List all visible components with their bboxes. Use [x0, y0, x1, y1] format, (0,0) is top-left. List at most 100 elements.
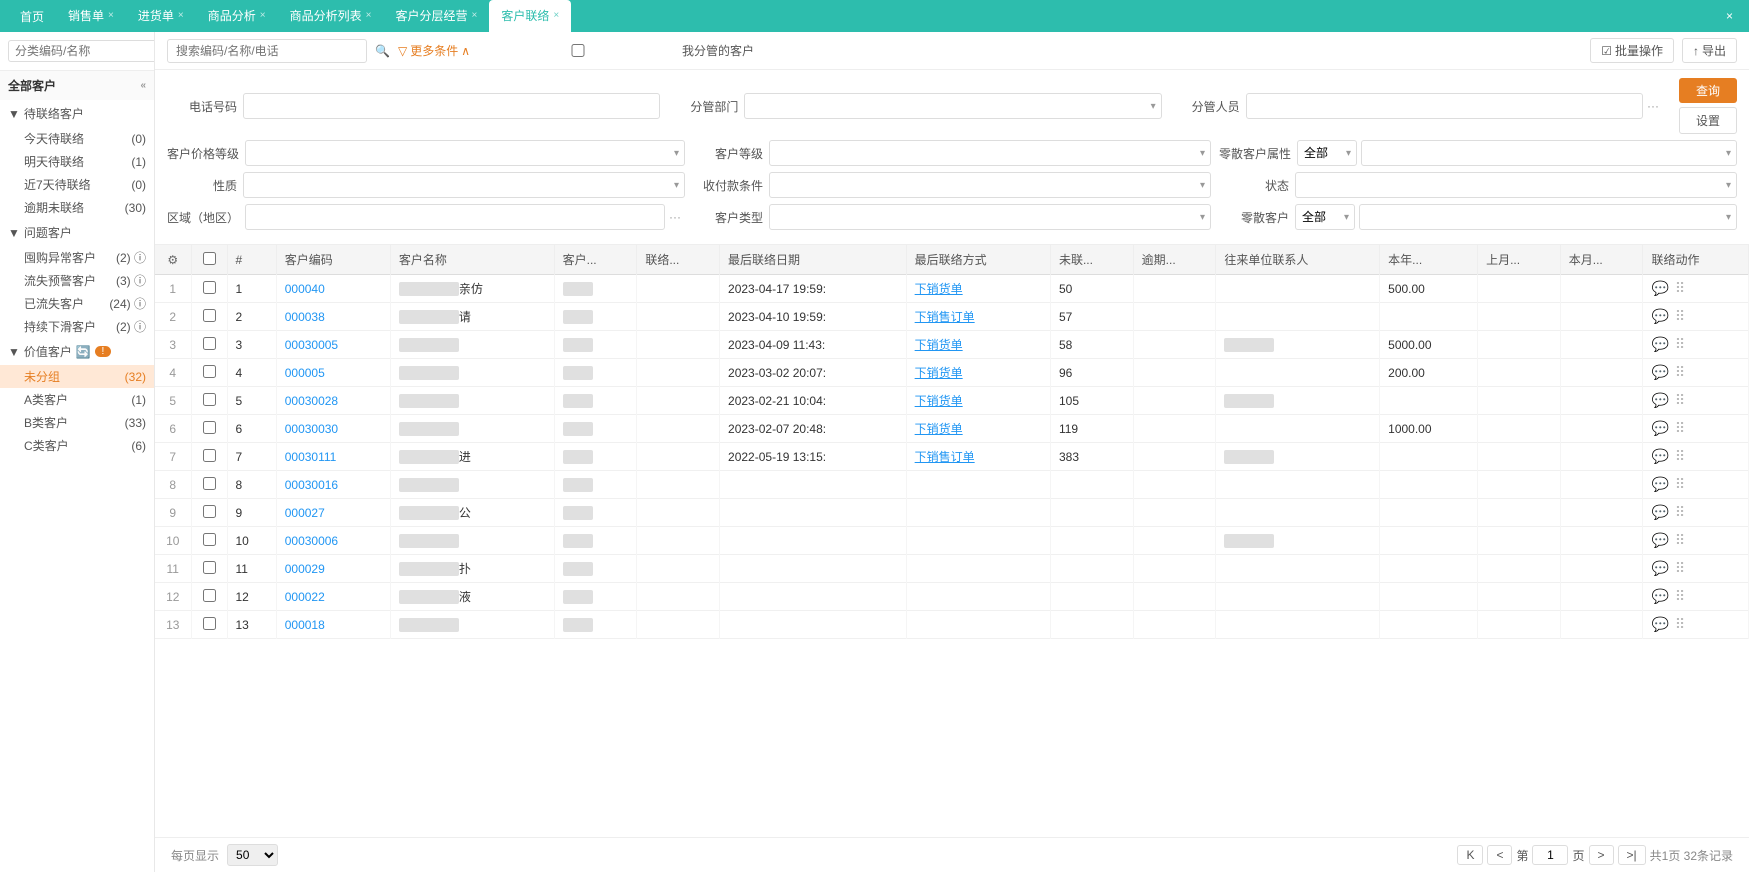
- close-icon[interactable]: ×: [366, 0, 372, 32]
- chat-icon[interactable]: 💬: [1651, 616, 1668, 633]
- col-contact[interactable]: 联络...: [637, 245, 720, 275]
- cell-check[interactable]: [191, 387, 227, 415]
- chat-icon[interactable]: 💬: [1651, 532, 1668, 549]
- cell-check[interactable]: [191, 555, 227, 583]
- col-code[interactable]: 客户编码: [276, 245, 390, 275]
- cell-last-way[interactable]: 下销售订单: [906, 443, 1050, 471]
- page-first-btn[interactable]: K: [1457, 845, 1483, 865]
- col-overdue[interactable]: 逾期...: [1133, 245, 1216, 275]
- search-button[interactable]: 查询: [1679, 78, 1737, 103]
- cell-last-way[interactable]: 下销货单: [906, 387, 1050, 415]
- cell-check[interactable]: [191, 275, 227, 303]
- search-input[interactable]: [167, 39, 367, 63]
- grid-icon[interactable]: ⠿: [1675, 504, 1685, 521]
- col-unit[interactable]: 往来单位联系人: [1216, 245, 1380, 275]
- cell-last-way[interactable]: [906, 527, 1050, 555]
- col-last-way[interactable]: 最后联络方式: [906, 245, 1050, 275]
- chat-icon[interactable]: 💬: [1651, 308, 1668, 325]
- status-select[interactable]: [1295, 172, 1737, 198]
- cell-last-way[interactable]: [906, 583, 1050, 611]
- cell-last-way[interactable]: [906, 499, 1050, 527]
- chat-icon[interactable]: 💬: [1651, 504, 1668, 521]
- cell-check[interactable]: [191, 303, 227, 331]
- retail-customer-prefix-select[interactable]: 全部: [1295, 204, 1355, 230]
- chat-icon[interactable]: 💬: [1651, 476, 1668, 493]
- reload-icon[interactable]: 🔄: [76, 345, 91, 359]
- cell-check[interactable]: [191, 359, 227, 387]
- manager-more-btn[interactable]: ···: [1643, 99, 1663, 113]
- phone-input[interactable]: [243, 93, 660, 119]
- page-prev-btn[interactable]: <: [1487, 845, 1512, 865]
- my-customers-checkbox[interactable]: 我分管的客户: [478, 42, 754, 59]
- tab-product-analysis-list[interactable]: 商品分析列表 ×: [278, 0, 384, 32]
- cell-check[interactable]: [191, 471, 227, 499]
- table-settings-icon[interactable]: ⚙: [155, 245, 191, 275]
- sidebar-item-loss-warning[interactable]: 流失预警客户 (3) ⓘ: [0, 269, 154, 292]
- sidebar-item-hoarding-anomaly[interactable]: 囤购异常客户 (2) ⓘ: [0, 246, 154, 269]
- chat-icon[interactable]: 💬: [1651, 420, 1668, 437]
- value-customer-group[interactable]: ▼ 价值客户 🔄 !: [0, 338, 154, 365]
- export-btn[interactable]: ↑ 导出: [1682, 38, 1737, 63]
- cell-check[interactable]: [191, 527, 227, 555]
- sidebar-item-class-a[interactable]: A类客户 (1): [0, 388, 154, 411]
- col-type[interactable]: 客户...: [554, 245, 637, 275]
- tab-product-analysis[interactable]: 商品分析 ×: [196, 0, 278, 32]
- cell-check[interactable]: [191, 443, 227, 471]
- more-conditions-btn[interactable]: ▽ 更多条件 ∧: [398, 42, 470, 59]
- grid-icon[interactable]: ⠿: [1675, 588, 1685, 605]
- chat-icon[interactable]: 💬: [1651, 392, 1668, 409]
- cell-last-way[interactable]: [906, 555, 1050, 583]
- search-btn[interactable]: 🔍: [375, 44, 390, 58]
- retail-attr-prefix-select[interactable]: 全部: [1297, 140, 1357, 166]
- close-icon[interactable]: ×: [553, 0, 559, 32]
- cell-last-way[interactable]: 下销货单: [906, 359, 1050, 387]
- payment-select[interactable]: [769, 172, 1211, 198]
- sidebar-item-class-c[interactable]: C类客户 (6): [0, 434, 154, 457]
- col-last-month[interactable]: 上月...: [1478, 245, 1561, 275]
- cell-last-way[interactable]: [906, 471, 1050, 499]
- col-name[interactable]: 客户名称: [390, 245, 554, 275]
- price-level-select[interactable]: [245, 140, 685, 166]
- col-this-year[interactable]: 本年...: [1380, 245, 1478, 275]
- batch-op-btn[interactable]: ☑ 批量操作: [1590, 38, 1674, 63]
- pending-contact-group[interactable]: ▼ 待联络客户: [0, 100, 154, 127]
- home-tab[interactable]: 首页: [8, 8, 56, 25]
- sidebar-item-7days-pending[interactable]: 近7天待联络 (0): [0, 173, 154, 196]
- category-search-input[interactable]: [8, 40, 155, 62]
- grid-icon[interactable]: ⠿: [1675, 448, 1685, 465]
- page-last-btn[interactable]: >|: [1618, 845, 1646, 865]
- sidebar-item-ungrouped[interactable]: 未分组 (32): [0, 365, 154, 388]
- grid-icon[interactable]: ⠿: [1675, 280, 1685, 297]
- all-customers-header[interactable]: 全部客户 «: [0, 71, 154, 100]
- col-not-contact[interactable]: 未联...: [1050, 245, 1133, 275]
- region-input[interactable]: [245, 204, 665, 230]
- region-more-btn[interactable]: ···: [665, 210, 685, 224]
- sidebar-item-class-b[interactable]: B类客户 (33): [0, 411, 154, 434]
- sidebar-item-declining[interactable]: 持续下滑客户 (2) ⓘ: [0, 315, 154, 338]
- col-this-month[interactable]: 本月...: [1560, 245, 1643, 275]
- problem-customer-group[interactable]: ▼ 问题客户: [0, 219, 154, 246]
- sidebar-item-tomorrow-pending[interactable]: 明天待联络 (1): [0, 150, 154, 173]
- retail-customer-select[interactable]: [1359, 204, 1737, 230]
- chat-icon[interactable]: 💬: [1651, 364, 1668, 381]
- cell-last-way[interactable]: [906, 611, 1050, 639]
- grid-icon[interactable]: ⠿: [1675, 560, 1685, 577]
- grid-icon[interactable]: ⠿: [1675, 420, 1685, 437]
- sidebar-item-lost[interactable]: 已流失客户 (24) ⓘ: [0, 292, 154, 315]
- select-all-checkbox[interactable]: [191, 245, 227, 275]
- grid-icon[interactable]: ⠿: [1675, 308, 1685, 325]
- dept-select[interactable]: [744, 93, 1161, 119]
- chat-icon[interactable]: 💬: [1651, 448, 1668, 465]
- grid-icon[interactable]: ⠿: [1675, 476, 1685, 493]
- close-icon[interactable]: ×: [260, 0, 266, 32]
- chat-icon[interactable]: 💬: [1651, 588, 1668, 605]
- close-all-icon[interactable]: ×: [1718, 9, 1741, 23]
- cell-last-way[interactable]: 下销货单: [906, 415, 1050, 443]
- cell-check[interactable]: [191, 331, 227, 359]
- page-input[interactable]: [1532, 845, 1568, 865]
- sidebar-item-overdue-pending[interactable]: 逾期未联络 (30): [0, 196, 154, 219]
- manager-input[interactable]: [1246, 93, 1643, 119]
- page-size-select[interactable]: 50 100: [227, 844, 278, 866]
- tab-sales[interactable]: 销售单 ×: [56, 0, 126, 32]
- close-icon[interactable]: ×: [108, 0, 114, 32]
